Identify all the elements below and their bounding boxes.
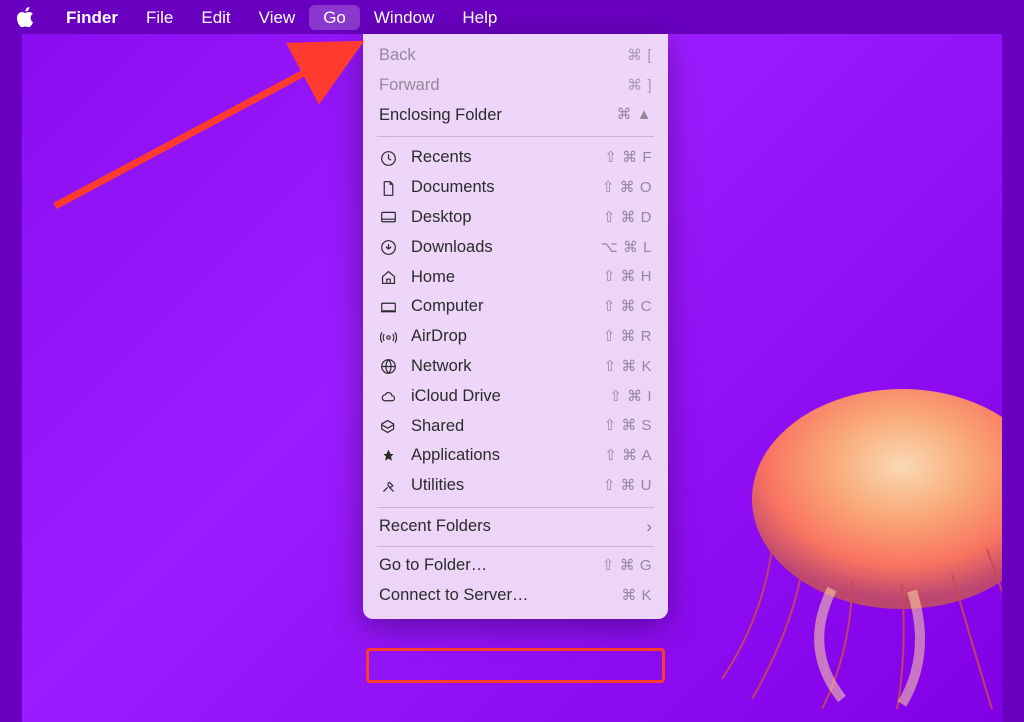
cloud-icon	[377, 388, 399, 405]
menu-item-shortcut: ⇧ ⌘ U	[603, 477, 652, 495]
menu-item-label: Back	[379, 46, 615, 66]
menubar-item-edit[interactable]: Edit	[187, 5, 244, 30]
shared-icon	[377, 418, 399, 435]
menu-item-applications[interactable]: Applications ⇧ ⌘ A	[363, 441, 668, 471]
menu-item-recents[interactable]: Recents ⇧ ⌘ F	[363, 143, 668, 173]
clock-icon	[377, 150, 399, 167]
menu-item-label: Shared	[411, 417, 592, 437]
menu-item-label: Computer	[411, 297, 591, 317]
menu-item-shortcut: ⇧ ⌘ I	[609, 388, 652, 406]
menu-divider	[377, 136, 654, 137]
menu-item-label: Home	[411, 268, 591, 288]
home-icon	[377, 269, 399, 286]
menu-item-shortcut: ⇧ ⌘ D	[603, 209, 652, 227]
menubar-item-view[interactable]: View	[245, 5, 310, 30]
menu-item-back: Back ⌘ [	[363, 41, 668, 71]
menu-item-shortcut: ⇧ ⌘ C	[603, 298, 652, 316]
menu-item-label: Network	[411, 357, 592, 377]
menu-item-shortcut: ⇧ ⌘ K	[604, 358, 652, 376]
menu-item-label: Downloads	[411, 238, 589, 258]
menu-item-label: Recents	[411, 148, 592, 168]
utilities-icon	[377, 478, 399, 495]
menu-item-utilities[interactable]: Utilities ⇧ ⌘ U	[363, 471, 668, 501]
menu-item-documents[interactable]: Documents ⇧ ⌘ O	[363, 173, 668, 203]
menubar-item-go[interactable]: Go	[309, 5, 360, 30]
menu-item-forward: Forward ⌘ ]	[363, 71, 668, 101]
menu-item-label: Applications	[411, 446, 592, 466]
menu-item-shortcut: ⌘ ]	[627, 77, 652, 95]
go-menu-dropdown: Back ⌘ [ Forward ⌘ ] Enclosing Folder ⌘ …	[363, 34, 668, 619]
chevron-right-icon: ›	[646, 517, 652, 537]
menu-item-shared[interactable]: Shared ⇧ ⌘ S	[363, 412, 668, 442]
menu-item-label: Enclosing Folder	[379, 106, 604, 126]
download-icon	[377, 239, 399, 256]
menu-item-shortcut: ⌘ K	[621, 587, 652, 605]
menu-item-downloads[interactable]: Downloads ⌥ ⌘ L	[363, 233, 668, 263]
document-icon	[377, 180, 399, 197]
menubar-item-window[interactable]: Window	[360, 5, 448, 30]
menu-item-shortcut: ⌥ ⌘ L	[601, 239, 652, 257]
menu-item-label: Go to Folder…	[379, 556, 590, 576]
menu-item-shortcut: ⇧ ⌘ S	[604, 417, 652, 435]
menu-item-label: Forward	[379, 76, 615, 96]
menu-item-shortcut: ⇧ ⌘ A	[604, 447, 652, 465]
menu-item-network[interactable]: Network ⇧ ⌘ K	[363, 352, 668, 382]
menu-item-home[interactable]: Home ⇧ ⌘ H	[363, 263, 668, 293]
menubar: Finder File Edit View Go Window Help	[0, 0, 1024, 34]
menu-item-connect-to-server[interactable]: Connect to Server… ⌘ K	[363, 581, 668, 611]
menu-item-shortcut: ⇧ ⌘ G	[602, 557, 652, 575]
apps-icon	[377, 448, 399, 465]
menu-item-label: Desktop	[411, 208, 591, 228]
menubar-item-help[interactable]: Help	[448, 5, 511, 30]
menu-item-label: Utilities	[411, 476, 591, 496]
menu-item-shortcut: ⇧ ⌘ O	[602, 179, 652, 197]
network-icon	[377, 358, 399, 375]
menu-item-enclosing-folder[interactable]: Enclosing Folder ⌘ ▲	[363, 101, 668, 131]
menu-divider	[377, 507, 654, 508]
menu-item-label: Recent Folders	[379, 517, 634, 537]
menu-divider	[377, 546, 654, 547]
menu-item-shortcut: ⇧ ⌘ R	[603, 328, 652, 346]
menu-item-airdrop[interactable]: AirDrop ⇧ ⌘ R	[363, 322, 668, 352]
menu-item-label: iCloud Drive	[411, 387, 597, 407]
menu-item-recent-folders[interactable]: Recent Folders ›	[363, 512, 668, 542]
wallpaper-jellyfish	[702, 369, 1002, 709]
menu-item-icloud[interactable]: iCloud Drive ⇧ ⌘ I	[363, 382, 668, 412]
airdrop-icon	[377, 329, 399, 346]
menu-item-label: Connect to Server…	[379, 586, 609, 606]
menu-item-shortcut: ⇧ ⌘ H	[603, 268, 652, 286]
menu-item-shortcut: ⇧ ⌘ F	[604, 149, 652, 167]
desktop-icon	[377, 209, 399, 226]
computer-icon	[377, 299, 399, 316]
menu-item-computer[interactable]: Computer ⇧ ⌘ C	[363, 292, 668, 322]
menu-item-shortcut: ⌘ [	[627, 47, 652, 65]
menu-item-label: Documents	[411, 178, 590, 198]
menu-item-go-to-folder[interactable]: Go to Folder… ⇧ ⌘ G	[363, 551, 668, 581]
menubar-item-file[interactable]: File	[132, 5, 187, 30]
menu-item-desktop[interactable]: Desktop ⇧ ⌘ D	[363, 203, 668, 233]
apple-menu-icon[interactable]	[14, 7, 38, 27]
menu-item-label: AirDrop	[411, 327, 591, 347]
menu-item-shortcut: ⌘ ▲	[616, 106, 652, 124]
menubar-app-name[interactable]: Finder	[52, 5, 132, 30]
